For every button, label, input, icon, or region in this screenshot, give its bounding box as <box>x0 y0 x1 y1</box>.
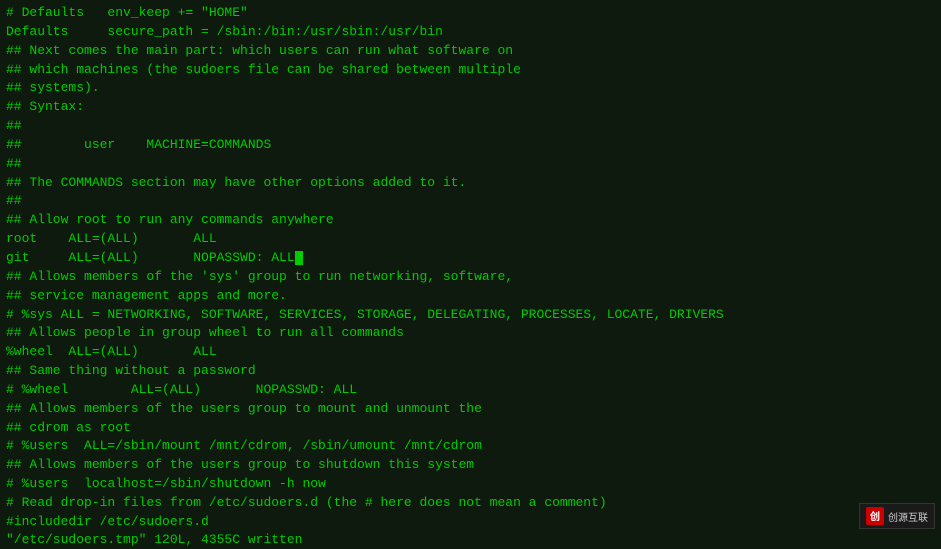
status-bar: "/etc/sudoers.tmp" 120L, 4355C written <box>0 530 941 549</box>
terminal-line: ## Allows members of the users group to … <box>6 400 935 419</box>
watermark-label: 创源互联 <box>888 509 928 524</box>
terminal-line: # %sys ALL = NETWORKING, SOFTWARE, SERVI… <box>6 306 935 325</box>
terminal-line: ## <box>6 155 935 174</box>
terminal-line: %wheel ALL=(ALL) ALL <box>6 343 935 362</box>
terminal-line: ## Allows people in group wheel to run a… <box>6 324 935 343</box>
terminal-line: ## Next comes the main part: which users… <box>6 42 935 61</box>
terminal: # Defaults env_keep += "HOME"Defaults se… <box>0 0 941 549</box>
terminal-line: git ALL=(ALL) NOPASSWD: ALL <box>6 249 935 268</box>
watermark-icon: 创 <box>866 507 884 525</box>
terminal-line: #includedir /etc/sudoers.d <box>6 513 935 532</box>
terminal-line: ## Allows members of the users group to … <box>6 456 935 475</box>
terminal-line: ## Allows members of the 'sys' group to … <box>6 268 935 287</box>
terminal-line: # %users localhost=/sbin/shutdown -h now <box>6 475 935 494</box>
terminal-line: # %wheel ALL=(ALL) NOPASSWD: ALL <box>6 381 935 400</box>
terminal-line: # Defaults env_keep += "HOME" <box>6 4 935 23</box>
terminal-line: ## systems). <box>6 79 935 98</box>
terminal-line: ## <box>6 192 935 211</box>
text-cursor <box>295 251 303 265</box>
watermark: 创 创源互联 <box>859 503 935 529</box>
terminal-line: # %users ALL=/sbin/mount /mnt/cdrom, /sb… <box>6 437 935 456</box>
terminal-line: # Read drop-in files from /etc/sudoers.d… <box>6 494 935 513</box>
terminal-line: Defaults secure_path = /sbin:/bin:/usr/s… <box>6 23 935 42</box>
terminal-line: ## Allow root to run any commands anywhe… <box>6 211 935 230</box>
terminal-line: ## <box>6 117 935 136</box>
terminal-line: root ALL=(ALL) ALL <box>6 230 935 249</box>
terminal-line: ## Syntax: <box>6 98 935 117</box>
terminal-line: ## cdrom as root <box>6 419 935 438</box>
terminal-line: ## The COMMANDS section may have other o… <box>6 174 935 193</box>
terminal-line: ## service management apps and more. <box>6 287 935 306</box>
terminal-line: ## user MACHINE=COMMANDS <box>6 136 935 155</box>
terminal-line: ## which machines (the sudoers file can … <box>6 61 935 80</box>
terminal-line: ## Same thing without a password <box>6 362 935 381</box>
